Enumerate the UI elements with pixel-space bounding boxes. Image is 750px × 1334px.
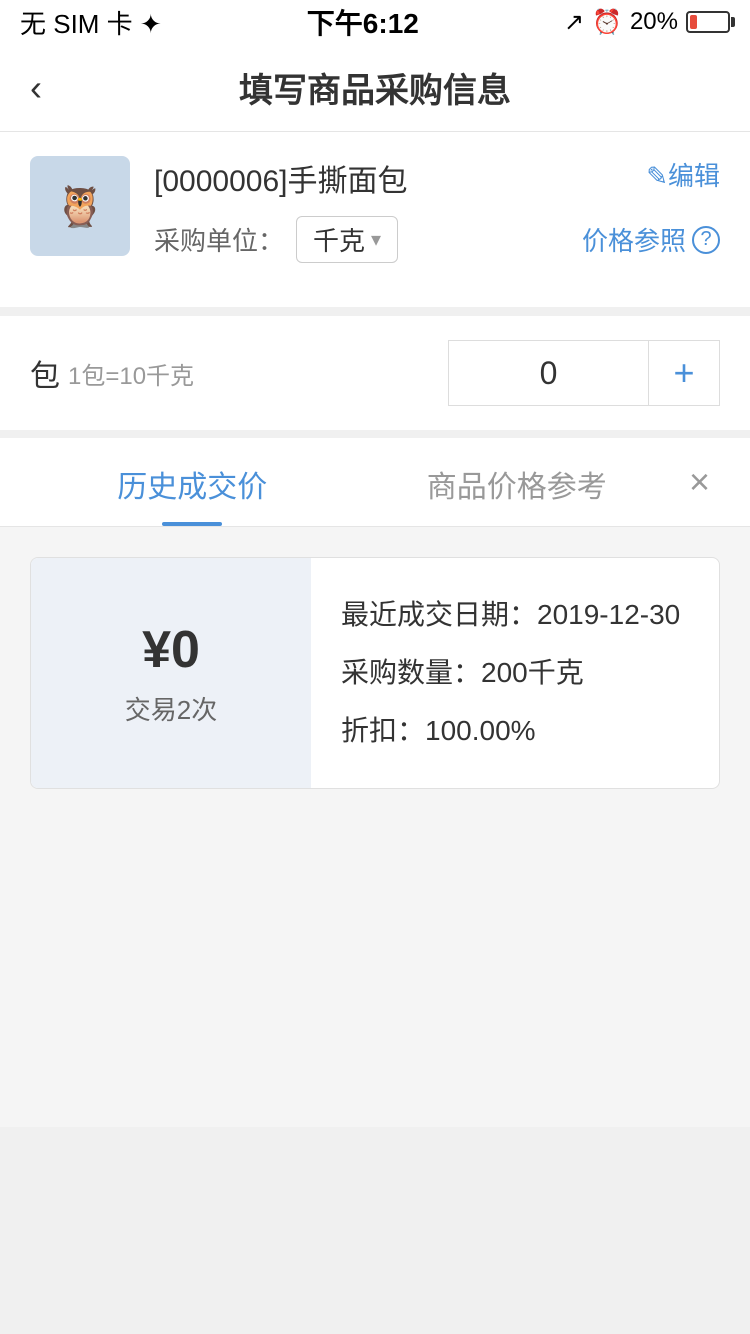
discount-value: 100.00% [425, 715, 536, 746]
history-card-left: ¥0 交易2次 [31, 558, 311, 788]
qty-sublabel: 1包=10千克 [68, 356, 194, 391]
history-trade-count: 交易2次 [125, 690, 217, 727]
discount-label: 折扣： [341, 715, 425, 746]
battery-percent: 20% [630, 8, 678, 36]
history-card: ¥0 交易2次 最近成交日期：2019-12-30 采购数量：200千克 折扣：… [30, 557, 720, 789]
status-left: 无 SIM 卡 ✦ [20, 4, 162, 41]
purchase-qty-label: 采购数量： [341, 657, 481, 688]
product-unit-row: 采购单位： 千克 ▾ 价格参照 ? [154, 216, 720, 263]
qty-label: 包 [30, 351, 60, 395]
status-right: ↗ ⏰ 20% [564, 8, 730, 37]
recent-date-row: 最近成交日期：2019-12-30 [341, 594, 689, 636]
history-card-right: 最近成交日期：2019-12-30 采购数量：200千克 折扣：100.00% [311, 558, 719, 788]
price-ref-help-icon: ? [692, 226, 720, 254]
sim-signal-text: 无 SIM 卡 ✦ [20, 4, 162, 41]
alarm-icon: ⏰ [592, 8, 622, 37]
price-value: 0 [171, 621, 200, 679]
tab-price-ref-label: 商品价格参考 [427, 471, 607, 504]
product-code: [0000006] [154, 165, 287, 198]
history-price: ¥0 [142, 620, 200, 680]
price-symbol: ¥ [142, 621, 171, 679]
help-icon-text: ? [700, 228, 711, 251]
edit-icon: ✎ [646, 161, 668, 191]
status-time: 下午6:12 [307, 2, 419, 42]
unit-selector[interactable]: 千克 ▾ [296, 216, 398, 263]
qty-input[interactable] [448, 340, 648, 406]
unit-label: 采购单位： [154, 221, 284, 258]
product-info: [0000006]手撕面包 ✎编辑 采购单位： 千克 ▾ 价格参照 [154, 156, 720, 263]
discount-row: 折扣：100.00% [341, 710, 689, 752]
page-title: 填写商品采购信息 [239, 63, 511, 112]
product-image: 🦉 [30, 156, 130, 256]
product-name-text: [0000006]手撕面包 [154, 156, 407, 200]
product-title: 手撕面包 [287, 165, 407, 198]
history-content: ¥0 交易2次 最近成交日期：2019-12-30 采购数量：200千克 折扣：… [0, 527, 750, 1127]
price-ref-button[interactable]: 价格参照 ? [582, 221, 720, 258]
quantity-row: 包 1包=10千克 + [0, 315, 750, 430]
purchase-qty-row: 采购数量：200千克 [341, 652, 689, 694]
tabs-bar: 历史成交价 商品价格参考 × [0, 438, 750, 527]
recent-date-value: 2019-12-30 [537, 599, 680, 630]
tabs-close-button[interactable]: × [679, 451, 720, 513]
nav-bar: ‹ 填写商品采购信息 [0, 44, 750, 132]
battery-icon [686, 11, 730, 33]
product-name: [0000006]手撕面包 ✎编辑 [154, 156, 720, 216]
price-ref-label: 价格参照 [582, 221, 686, 258]
edit-button[interactable]: ✎编辑 [646, 156, 720, 193]
dropdown-arrow-icon: ▾ [371, 227, 381, 252]
back-button[interactable]: ‹ [20, 57, 52, 119]
tab-price-ref[interactable]: 商品价格参考 [354, 438, 678, 526]
qty-input-area: + [448, 340, 720, 406]
purchase-qty-value: 200千克 [481, 657, 584, 688]
qty-plus-button[interactable]: + [648, 340, 720, 406]
product-unit-left: 采购单位： 千克 ▾ [154, 216, 398, 263]
plus-icon: + [673, 352, 694, 394]
unit-value: 千克 [313, 221, 365, 258]
product-thumbnail-icon: 🦉 [55, 183, 105, 230]
tab-history-label: 历史成交价 [117, 471, 267, 504]
product-card: 🦉 [0000006]手撕面包 ✎编辑 采购单位： 千克 ▾ [0, 132, 750, 307]
status-bar: 无 SIM 卡 ✦ 下午6:12 ↗ ⏰ 20% [0, 0, 750, 44]
location-icon: ↗ [564, 8, 584, 37]
edit-label: 编辑 [668, 161, 720, 191]
recent-date-label: 最近成交日期： [341, 599, 537, 630]
product-header: 🦉 [0000006]手撕面包 ✎编辑 采购单位： 千克 ▾ [30, 156, 720, 263]
tab-history[interactable]: 历史成交价 [30, 438, 354, 526]
